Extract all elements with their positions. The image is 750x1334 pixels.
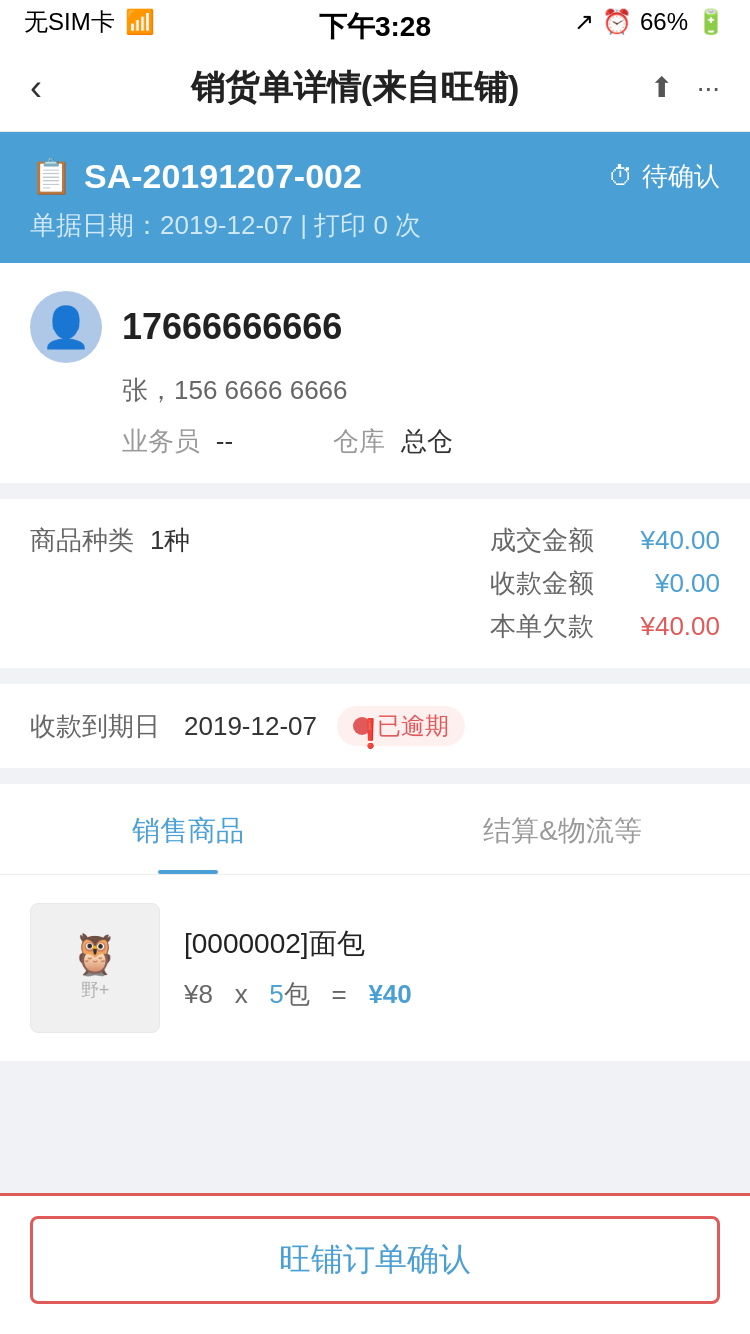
- status-time: 下午3:28: [319, 8, 431, 46]
- sales-person: 业务员 --: [122, 424, 233, 459]
- product-name: [0000002]面包: [184, 925, 720, 963]
- overdue-badge: ❗ 已逾期: [337, 706, 465, 746]
- battery-icon: 🔋: [696, 8, 726, 36]
- due-date-section: 收款到期日 2019-12-07 ❗ 已逾期: [0, 684, 750, 768]
- customer-meta: 业务员 -- 仓库 总仓: [122, 424, 720, 459]
- page-title: 销货单详情(来自旺铺): [90, 65, 620, 111]
- brand-owl-icon: 🦉: [70, 934, 120, 974]
- person-icon: 👤: [41, 304, 91, 351]
- nav-actions: ⬆ ···: [620, 71, 720, 104]
- customer-row: 👤 17666666666: [30, 291, 720, 363]
- avatar: 👤: [30, 291, 102, 363]
- payment-row: 收款金额 ¥0.00: [490, 566, 720, 601]
- status-right: ↗ ⏰ 66% 🔋: [574, 8, 726, 36]
- product-price-row: ¥8 x 5包 = ¥40: [184, 977, 720, 1012]
- product-type: 商品种类 1种: [30, 523, 490, 558]
- status-clock-icon: ⏱: [608, 161, 634, 192]
- brand-label: 野+: [81, 978, 110, 1002]
- order-icon: 📋: [30, 156, 72, 196]
- wifi-icon: 📶: [125, 8, 155, 36]
- battery-text: 66%: [640, 8, 688, 36]
- customer-section: 👤 17666666666 张，156 6666 6666 业务员 -- 仓库 …: [0, 263, 750, 483]
- confirm-button-wrapper: 旺铺订单确认: [0, 1193, 750, 1334]
- more-button[interactable]: ···: [697, 72, 720, 104]
- stats-section: 商品种类 1种 成交金额 ¥40.00 收款金额 ¥0.00 本单欠款 ¥40.…: [0, 499, 750, 668]
- back-button[interactable]: ‹: [30, 67, 90, 109]
- share-button[interactable]: ⬆: [650, 71, 673, 104]
- status-bar: 无SIM卡 📶 下午3:28 ↗ ⏰ 66% 🔋: [0, 0, 750, 44]
- nav-bar: ‹ 销货单详情(来自旺铺) ⬆ ···: [0, 44, 750, 132]
- alarm-icon: ⏰: [602, 8, 632, 36]
- product-thumbnail: 🦉 野+: [30, 903, 160, 1033]
- order-header-top: 📋 SA-20191207-002 ⏱ 待确认: [30, 156, 720, 196]
- deal-amount-row: 成交金额 ¥40.00: [490, 523, 720, 558]
- order-header: 📋 SA-20191207-002 ⏱ 待确认 单据日期：2019-12-07 …: [0, 132, 750, 263]
- order-number: 📋 SA-20191207-002: [30, 156, 362, 196]
- carrier-wifi: 无SIM卡 📶: [24, 6, 155, 38]
- customer-phone: 17666666666: [122, 306, 342, 348]
- product-info: [0000002]面包 ¥8 x 5包 = ¥40: [184, 925, 720, 1012]
- order-date-row: 单据日期：2019-12-07 | 打印 0 次: [30, 208, 720, 243]
- tabs: 销售商品 结算&物流等: [0, 784, 750, 875]
- tab-settlement[interactable]: 结算&物流等: [375, 784, 750, 874]
- product-section: 🦉 野+ [0000002]面包 ¥8 x 5包 = ¥40: [0, 875, 750, 1061]
- owed-row: 本单欠款 ¥40.00: [490, 609, 720, 644]
- customer-sub: 张，156 6666 6666: [122, 373, 720, 408]
- confirm-order-button[interactable]: 旺铺订单确认: [30, 1216, 720, 1304]
- carrier-text: 无SIM卡: [24, 6, 115, 38]
- warehouse: 仓库 总仓: [333, 424, 453, 459]
- order-status: ⏱ 待确认: [608, 159, 720, 194]
- thumb-inner: 🦉 野+: [70, 934, 120, 1002]
- overdue-dot-icon: ❗: [353, 717, 371, 735]
- amount-stats: 成交金额 ¥40.00 收款金额 ¥0.00 本单欠款 ¥40.00: [490, 523, 720, 644]
- tab-sales-products[interactable]: 销售商品: [0, 784, 375, 874]
- location-icon: ↗: [574, 8, 594, 36]
